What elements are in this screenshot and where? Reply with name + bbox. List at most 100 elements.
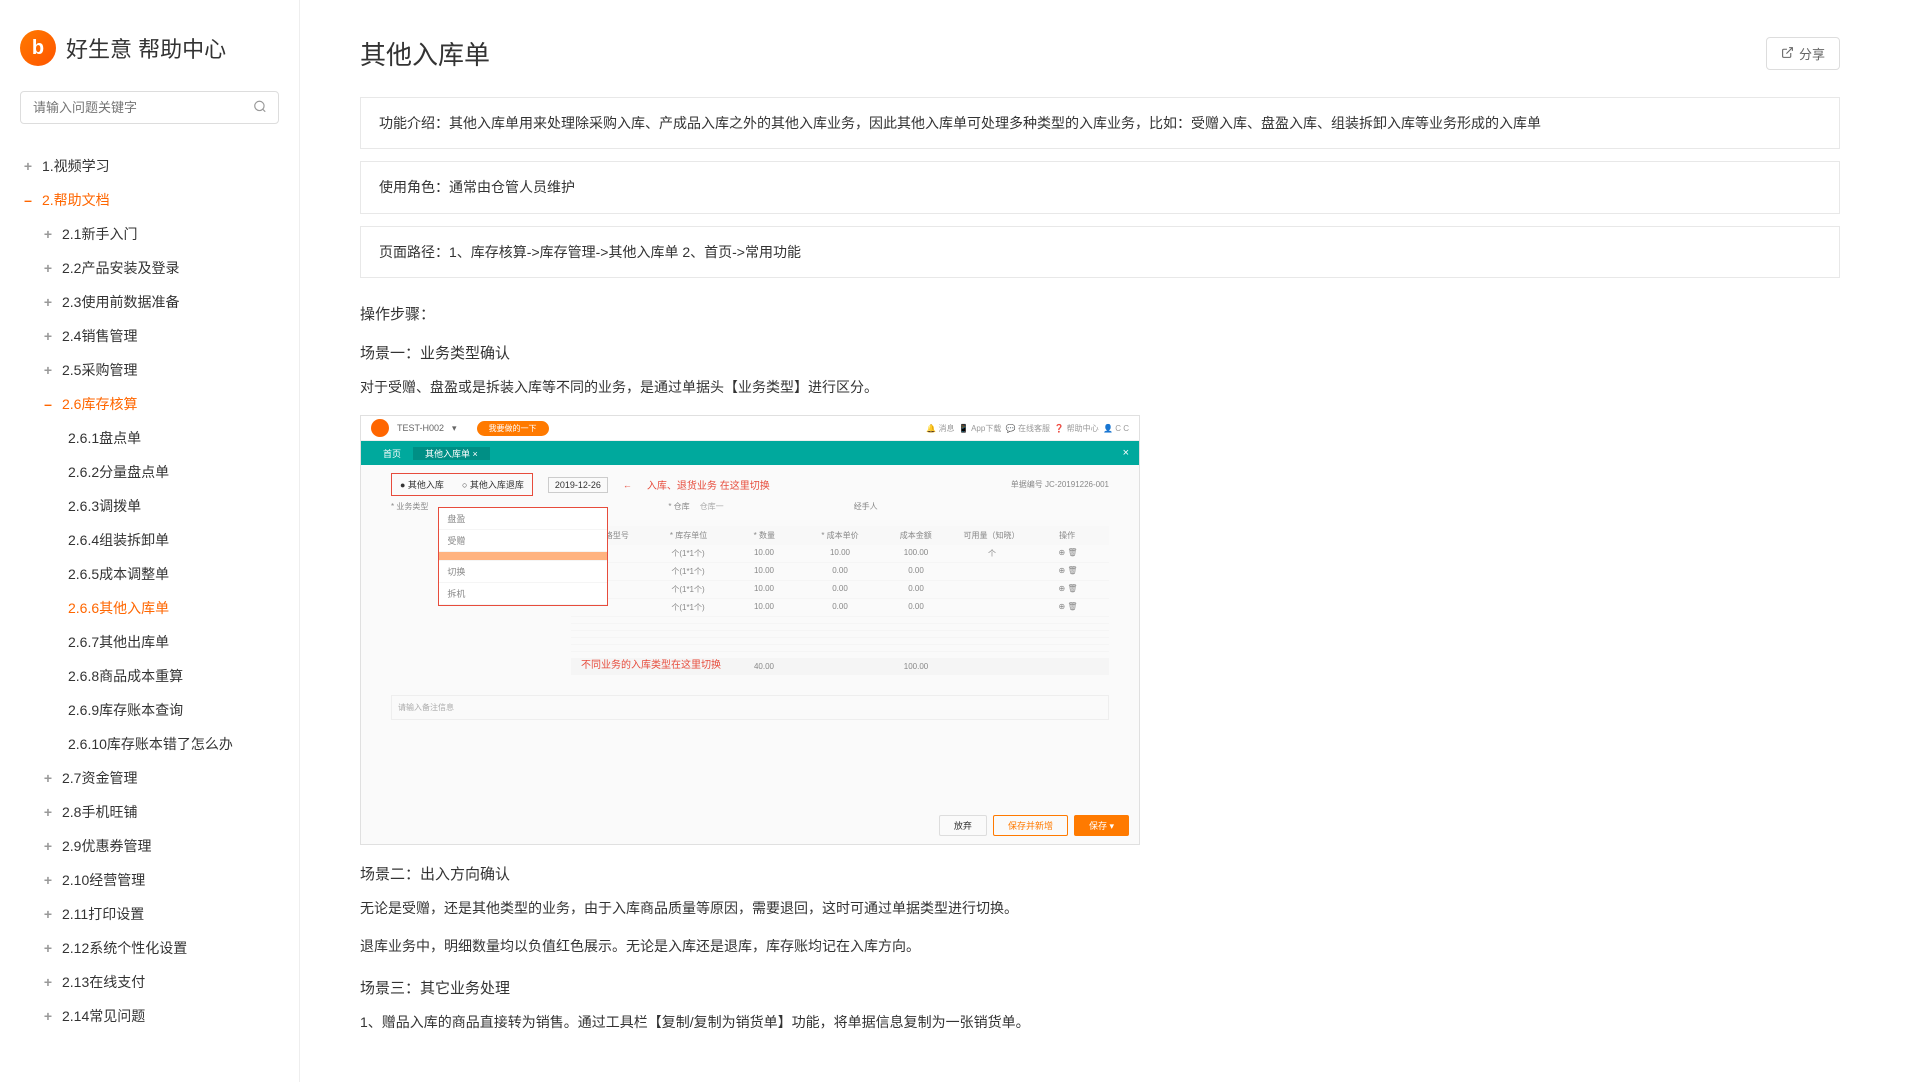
sp-save-add-button: 保存并新增	[993, 815, 1068, 836]
nav-label: 2.6.2分量盘点单	[68, 462, 169, 482]
search-icon[interactable]	[253, 99, 267, 116]
sp-cancel-button: 放弃	[939, 815, 987, 836]
search-input[interactable]	[20, 91, 279, 124]
scene3-text1: 1、赠品入库的商品直接转为销售。通过工具栏【复制/复制为销货单】功能，将单据信息…	[360, 1010, 1840, 1035]
scene2-heading: 场景二：出入方向确认	[360, 863, 1840, 884]
sp-annotation2: 不同业务的入库类型在这里切换	[581, 656, 721, 671]
nav-label: 2.13在线支付	[62, 972, 145, 992]
expand-icon[interactable]	[40, 804, 56, 820]
nav-label: 2.6.10库存账本错了怎么办	[68, 734, 233, 754]
nav-item-18[interactable]: 2.7资金管理	[20, 761, 279, 795]
sp-dropdown: 盘盈 受赠 切换 拆机	[438, 507, 608, 606]
nav-item-1[interactable]: 2.帮助文档	[20, 183, 279, 217]
share-icon	[1781, 46, 1794, 62]
logo-area: b 好生意 帮助中心	[20, 30, 279, 66]
expand-icon[interactable]	[40, 838, 56, 854]
sp-mode-return: ○ 其他入库退库	[462, 478, 524, 491]
sp-mode-in: ● 其他入库	[400, 478, 444, 491]
nav-item-23[interactable]: 2.12系统个性化设置	[20, 931, 279, 965]
expand-icon[interactable]	[40, 226, 56, 242]
nav-label: 2.6.7其他出库单	[68, 632, 169, 652]
expand-icon[interactable]	[40, 974, 56, 990]
nav-item-21[interactable]: 2.10经营管理	[20, 863, 279, 897]
expand-icon[interactable]	[40, 260, 56, 276]
nav-item-20[interactable]: 2.9优惠券管理	[20, 829, 279, 863]
nav-label: 2.4销售管理	[62, 326, 137, 346]
sp-tab-active: 其他入库单 ×	[413, 447, 490, 460]
collapse-icon[interactable]	[20, 192, 36, 208]
expand-icon[interactable]	[40, 770, 56, 786]
nav-label: 2.6库存核算	[62, 394, 137, 414]
nav-label: 2.7资金管理	[62, 768, 137, 788]
nav-item-13[interactable]: 2.6.6其他入库单	[20, 591, 279, 625]
nav-label: 2.6.5成本调整单	[68, 564, 169, 584]
nav-item-0[interactable]: 1.视频学习	[20, 149, 279, 183]
expand-icon[interactable]	[40, 1008, 56, 1024]
nav-item-17[interactable]: 2.6.10库存账本错了怎么办	[20, 727, 279, 761]
nav-item-16[interactable]: 2.6.9库存账本查询	[20, 693, 279, 727]
nav-label: 1.视频学习	[42, 156, 110, 176]
expand-icon[interactable]	[40, 294, 56, 310]
nav-item-22[interactable]: 2.11打印设置	[20, 897, 279, 931]
sp-save-button: 保存 ▾	[1074, 815, 1129, 836]
nav-item-11[interactable]: 2.6.4组装拆卸单	[20, 523, 279, 557]
path-text: 1、库存核算->库存管理->其他入库单 2、首页->常用功能	[449, 244, 801, 260]
nav-item-12[interactable]: 2.6.5成本调整单	[20, 557, 279, 591]
nav-label: 2.6.9库存账本查询	[68, 700, 183, 720]
expand-icon[interactable]	[20, 158, 36, 174]
nav-label: 2.6.6其他入库单	[68, 598, 169, 618]
search-box	[20, 91, 279, 124]
nav-item-6[interactable]: 2.5采购管理	[20, 353, 279, 387]
nav-item-8[interactable]: 2.6.1盘点单	[20, 421, 279, 455]
nav-label: 2.6.1盘点单	[68, 428, 141, 448]
collapse-icon[interactable]	[40, 396, 56, 412]
nav-item-9[interactable]: 2.6.2分量盘点单	[20, 455, 279, 489]
logo-icon: b	[20, 30, 56, 66]
nav-item-4[interactable]: 2.3使用前数据准备	[20, 285, 279, 319]
scene2-text2: 退库业务中，明细数量均以负值红色展示。无论是入库还是退库，库存账均记在入库方向。	[360, 934, 1840, 959]
share-button[interactable]: 分享	[1766, 37, 1840, 70]
scene1-heading: 场景一：业务类型确认	[360, 342, 1840, 363]
scene2-text1: 无论是受赠，还是其他类型的业务，由于入库商品质量等原因，需要退回，这时可通过单据…	[360, 896, 1840, 921]
nav-label: 2.6.4组装拆卸单	[68, 530, 169, 550]
nav-tree: 1.视频学习 2.帮助文档 2.1新手入门 2.2产品安装及登录 2.3使用前数据准备 2…	[20, 149, 279, 1033]
main-content: 其他入库单 分享 功能介绍：其他入库单用来处理除采购入库、产成品入库之外的其他入…	[300, 0, 1900, 1082]
sp-annotation1: 入库、退货业务 在这里切换	[647, 477, 770, 492]
steps-heading: 操作步骤：	[360, 303, 1840, 324]
nav-label: 2.6.3调拨单	[68, 496, 141, 516]
expand-icon[interactable]	[40, 328, 56, 344]
page-title: 其他入库单	[360, 35, 490, 72]
sp-menu: 🔔 消息 📱 App下载 💬 在线客服 ❓ 帮助中心 👤 C C	[926, 423, 1129, 434]
expand-icon[interactable]	[40, 362, 56, 378]
content-section: 操作步骤： 场景一：业务类型确认 对于受赠、盘盈或是拆装入库等不同的业务，是通过…	[360, 303, 1840, 1035]
nav-item-2[interactable]: 2.1新手入门	[20, 217, 279, 251]
nav-label: 2.9优惠券管理	[62, 836, 151, 856]
nav-item-14[interactable]: 2.6.7其他出库单	[20, 625, 279, 659]
nav-item-25[interactable]: 2.14常见问题	[20, 999, 279, 1033]
nav-item-19[interactable]: 2.8手机旺铺	[20, 795, 279, 829]
sp-top-button: 我要做的一下	[477, 421, 549, 436]
nav-item-3[interactable]: 2.2产品安装及登录	[20, 251, 279, 285]
expand-icon[interactable]	[40, 906, 56, 922]
nav-label: 2.12系统个性化设置	[62, 938, 187, 958]
path-label: 页面路径：	[379, 244, 449, 260]
scene1-text: 对于受赠、盘盈或是拆装入库等不同的业务，是通过单据头【业务类型】进行区分。	[360, 375, 1840, 400]
nav-label: 2.2产品安装及登录	[62, 258, 179, 278]
sp-test-label: TEST-H002	[397, 423, 444, 433]
nav-item-7[interactable]: 2.6库存核算	[20, 387, 279, 421]
site-title: 好生意 帮助中心	[66, 32, 226, 64]
nav-item-15[interactable]: 2.6.8商品成本重算	[20, 659, 279, 693]
expand-icon[interactable]	[40, 940, 56, 956]
nav-item-5[interactable]: 2.4销售管理	[20, 319, 279, 353]
role-label: 使用角色：	[379, 179, 449, 195]
scene3-heading: 场景三：其它业务处理	[360, 977, 1840, 998]
sidebar: b 好生意 帮助中心 1.视频学习 2.帮助文档 2.1新手入门 2.2产品安装及登录…	[0, 0, 300, 1082]
nav-item-10[interactable]: 2.6.3调拨单	[20, 489, 279, 523]
nav-item-24[interactable]: 2.13在线支付	[20, 965, 279, 999]
expand-icon[interactable]	[40, 872, 56, 888]
nav-label: 2.5采购管理	[62, 360, 137, 380]
nav-label: 2.11打印设置	[62, 904, 144, 924]
role-text: 通常由仓管人员维护	[449, 179, 575, 195]
nav-label: 2.帮助文档	[42, 190, 110, 210]
embedded-screenshot: TEST-H002 ▾ 我要做的一下 🔔 消息 📱 App下载 💬 在线客服 ❓…	[360, 415, 1140, 845]
